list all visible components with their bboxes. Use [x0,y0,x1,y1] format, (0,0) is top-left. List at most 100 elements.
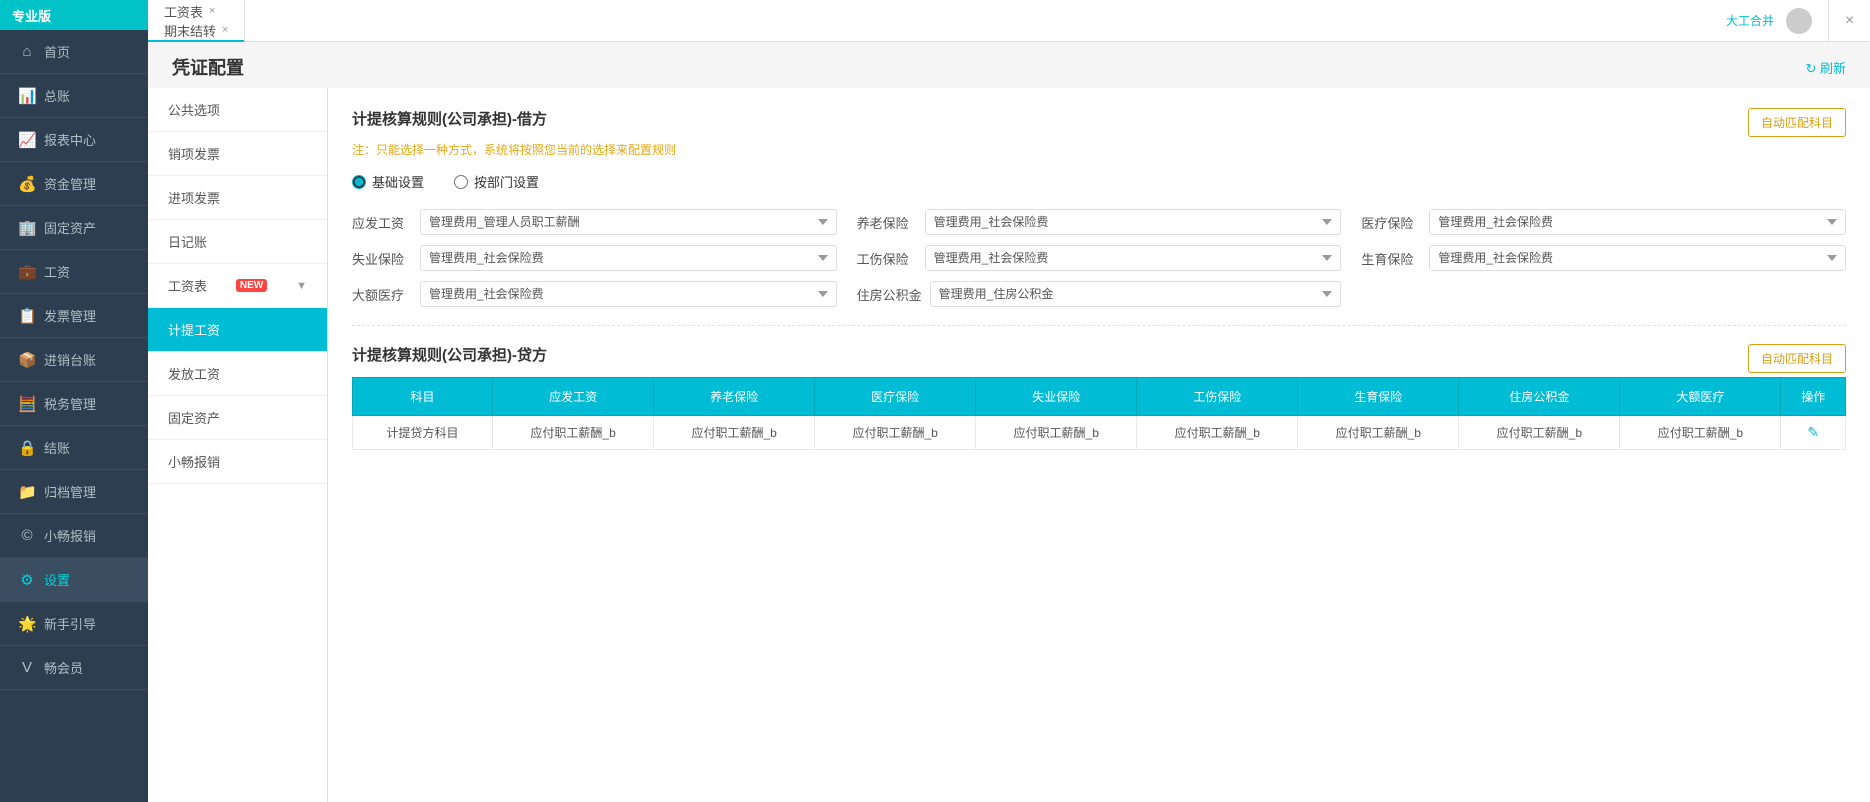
tab-period-close[interactable]: 期末结转 × [148,21,245,40]
select-housing-fund[interactable]: 管理费用_住房公积金 [930,281,1342,307]
section-divider [352,325,1846,326]
select-work-injury[interactable]: 管理费用_社会保险费 [925,245,1342,271]
sidebar-item-tax[interactable]: 🧮税务管理 [0,382,148,426]
radio-basic-input[interactable] [352,175,366,189]
left-menu-item-journal[interactable]: 日记账 [148,220,327,264]
section1-note: 注：只能选择一种方式，系统将按照您当前的选择来配置规则 [352,141,1846,158]
field-empty [1361,281,1846,307]
nav-icon-archive: 📁 [18,483,36,501]
left-menu-item-calc-salary[interactable]: 计提工资 [148,308,327,352]
tab-close-period-close[interactable]: × [222,24,228,36]
sidebar-item-new-user-guide[interactable]: 🌟新手引导 [0,602,148,646]
section2-title: 计提核算规则(公司承担)-贷方 [352,344,1846,365]
content-area: 公共选项销项发票进项发票日记账工资表 NEW ▼计提工资发放工资固定资产小畅报销… [148,88,1870,802]
sidebar-item-purchase-sales[interactable]: 📦进销台账 [0,338,148,382]
sidebar-item-close-period[interactable]: 🔒结账 [0,426,148,470]
field-major-medical: 大额医疗 管理费用_社会保险费 [352,281,837,307]
nav-icon-new-user-guide: 🌟 [18,615,36,633]
nav-icon-home: ⌂ [18,43,36,60]
sidebar-item-reports[interactable]: 📈 报表中心 [0,118,148,162]
td-pension: 应付职工薪酬_b [654,416,815,450]
enterprise-label: 大工合并 [1726,12,1774,29]
left-menu-item-sales-invoice[interactable]: 销项发票 [148,132,327,176]
th-subject: 科目 [353,378,493,416]
left-menu-label-journal: 日记账 [168,232,207,251]
td-major-medical: 应付职工薪酬_b [1620,416,1781,450]
nav-label-invoice-mgmt: 发票管理 [44,306,96,325]
left-menu-label-pay-salary: 发放工资 [168,364,220,383]
left-menu-item-pay-salary[interactable]: 发放工资 [148,352,327,396]
sidebar-item-salary[interactable]: 💼 工资 [0,250,148,294]
auto-match-button-1[interactable]: 自动匹配科目 [1748,108,1846,137]
nav-label-member: 畅会员 [44,658,83,677]
nav-label-reports: 报表中心 [44,130,96,149]
left-menu-item-xiaochang-expense[interactable]: 小畅报销 [148,440,327,484]
window-close-button[interactable]: × [1828,0,1870,42]
form-row-3: 大额医疗 管理费用_社会保险费 住房公积金 管理费用_住房公积金 [352,281,1846,307]
select-apply-salary[interactable]: 管理费用_管理人员职工薪酬 [420,209,837,235]
sidebar-item-member[interactable]: V畅会员 [0,646,148,690]
auto-match-button-2[interactable]: 自动匹配科目 [1748,344,1846,373]
th-apply-salary: 应发工资 [493,378,654,416]
label-pension: 养老保险 [857,213,917,232]
radio-basic-settings[interactable]: 基础设置 [352,172,424,191]
form-row-1: 应发工资 管理费用_管理人员职工薪酬 养老保险 管理费用_社会保险费 医疗保险 … [352,209,1846,235]
left-menu-label-fixed-assets: 固定资产 [168,408,220,427]
sidebar-item-home[interactable]: ⌂ 首页 [0,30,148,74]
th-pension: 养老保险 [654,378,815,416]
chevron-payroll-table: ▼ [296,280,307,292]
tab-close-payroll[interactable]: × [209,5,215,17]
left-menu-items: 公共选项销项发票进项发票日记账工资表 NEW ▼计提工资发放工资固定资产小畅报销 [148,88,327,484]
left-menu-item-purchase-invoice[interactable]: 进项发票 [148,176,327,220]
select-unemployment[interactable]: 管理费用_社会保险费 [420,245,837,271]
field-housing-fund: 住房公积金 管理费用_住房公积金 [857,281,1342,307]
nav-label-home: 首页 [44,42,70,61]
nav-icon-tax: 🧮 [18,395,36,413]
td-action[interactable]: ✎ [1781,416,1846,450]
nav-icon-salary: 💼 [18,263,36,281]
page-title: 凭证配置 [172,54,244,80]
th-housing-fund: 住房公积金 [1459,378,1620,416]
nav-label-close-period: 结账 [44,438,70,457]
field-pension: 养老保险 管理费用_社会保险费 [857,209,1342,235]
sidebar-item-xiaochang-expense[interactable]: ©小畅报销 [0,514,148,558]
left-menu-item-payroll-table[interactable]: 工资表 NEW ▼ [148,264,327,308]
radio-department-settings[interactable]: 按部门设置 [454,172,539,191]
field-maternity: 生育保险 管理费用_社会保险费 [1361,245,1846,271]
tab-payroll[interactable]: 工资表 × [148,2,245,21]
sidebar-item-invoice-mgmt[interactable]: 📋发票管理 [0,294,148,338]
nav-label-xiaochang-expense: 小畅报销 [44,526,96,545]
left-menu-item-fixed-assets[interactable]: 固定资产 [148,396,327,440]
radio-dept-input[interactable] [454,175,468,189]
sidebar-item-settings[interactable]: ⚙设置 [0,558,148,602]
nav-label-settings: 设置 [44,570,70,589]
select-major-medical[interactable]: 管理费用_社会保险费 [420,281,837,307]
th-unemployment: 失业保险 [976,378,1137,416]
left-menu-label-xiaochang-expense: 小畅报销 [168,452,220,471]
refresh-button[interactable]: ↻ 刷新 [1805,58,1846,77]
left-menu-label-purchase-invoice: 进项发票 [168,188,220,207]
radio-basic-label: 基础设置 [372,172,424,191]
label-work-injury: 工伤保险 [857,249,917,268]
select-pension[interactable]: 管理费用_社会保险费 [925,209,1342,235]
brand-label: 专业版 [0,0,148,30]
nav-label-salary: 工资 [44,262,70,281]
select-medical[interactable]: 管理费用_社会保险费 [1429,209,1846,235]
radio-dept-label: 按部门设置 [474,172,539,191]
sidebar-item-fixed-assets[interactable]: 🏢固定资产 [0,206,148,250]
sidebar-item-funds[interactable]: 💰资金管理 [0,162,148,206]
field-apply-salary: 应发工资 管理费用_管理人员职工薪酬 [352,209,837,235]
th-medical: 医疗保险 [815,378,976,416]
nav-icon-reports: 📈 [18,131,36,149]
select-maternity[interactable]: 管理费用_社会保险费 [1429,245,1846,271]
tab-label-period-close: 期末结转 [164,21,216,40]
main-area: 首页工资表 ×期末结转 ×凭证配置 × 大工合并 × 凭证配置 ↻ 刷新 公共选… [148,0,1870,802]
sidebar-nav: ⌂ 首页 📊总账 📈 报表中心 💰资金管理🏢固定资产 💼 工资 📋发票管理📦进销台账🧮税务管理🔒… [0,30,148,690]
left-menu-item-public-options[interactable]: 公共选项 [148,88,327,132]
sidebar-item-general-ledger[interactable]: 📊总账 [0,74,148,118]
page-header: 凭证配置 ↻ 刷新 [148,42,1870,88]
edit-icon[interactable]: ✎ [1807,424,1819,440]
label-maternity: 生育保险 [1361,249,1421,268]
sidebar-item-archive[interactable]: 📁归档管理 [0,470,148,514]
left-menu-label-sales-invoice: 销项发票 [168,144,220,163]
